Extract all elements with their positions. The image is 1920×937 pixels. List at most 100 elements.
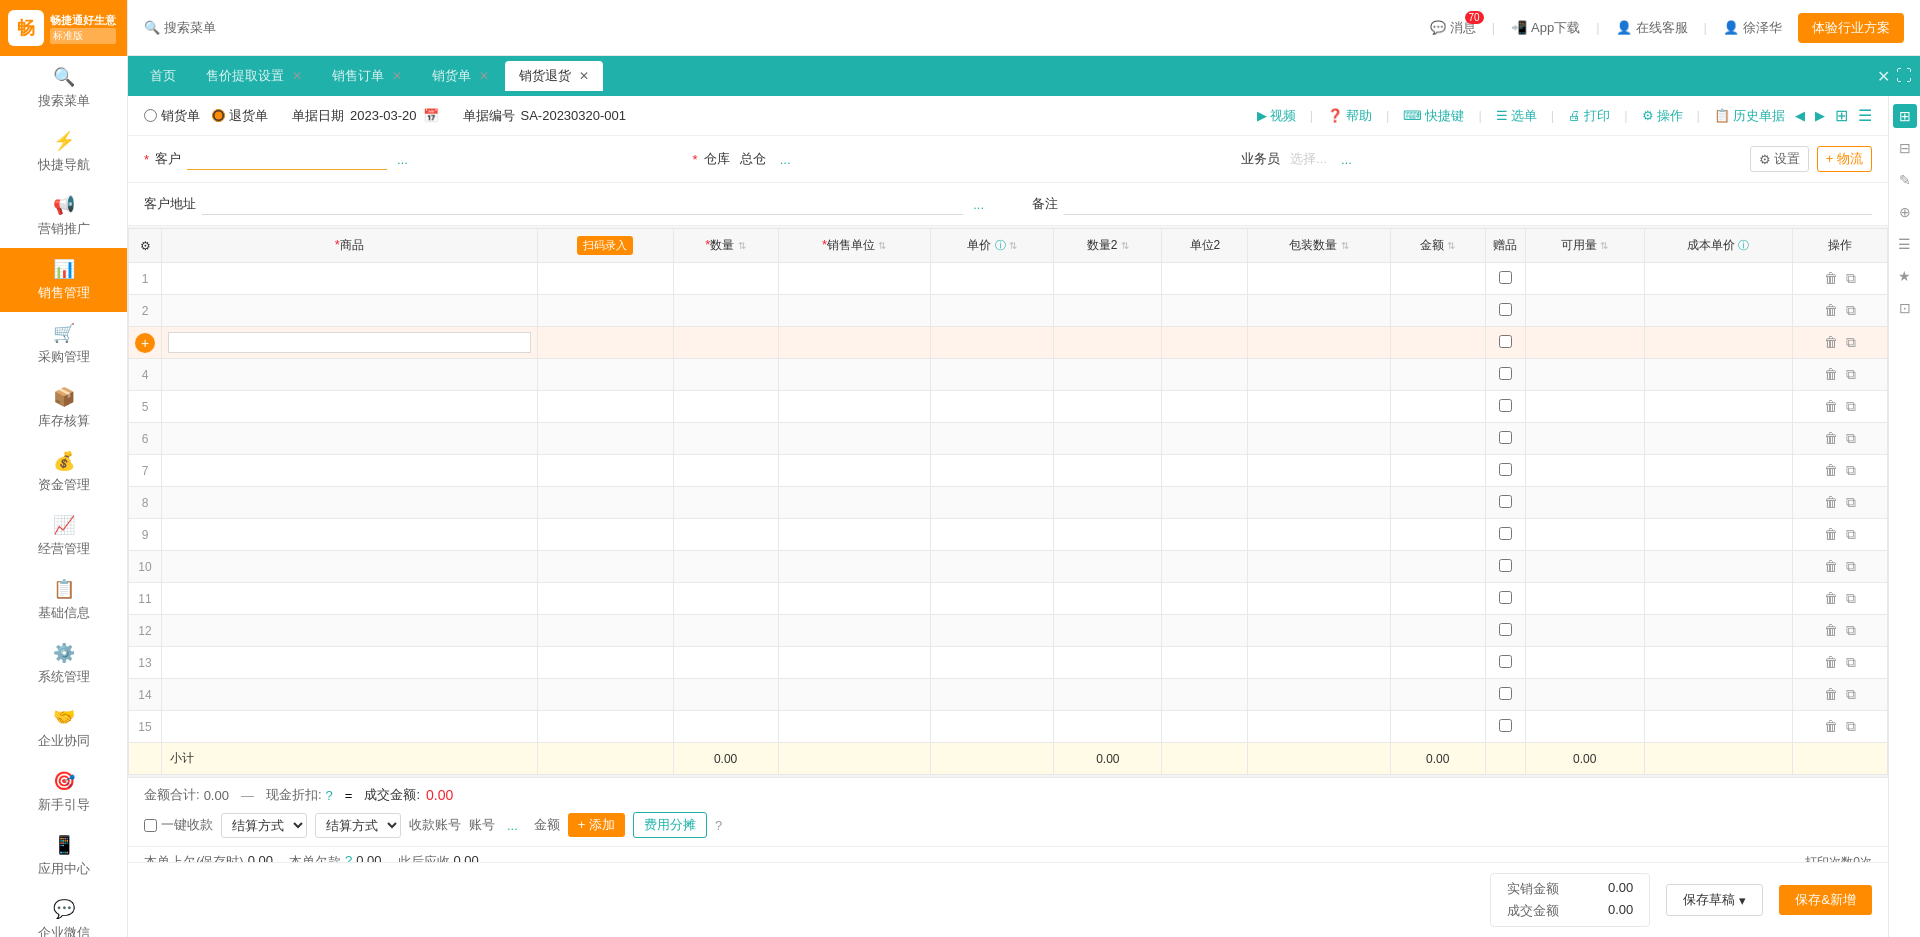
gift-check-3[interactable] <box>1499 335 1512 348</box>
sidebar-item-quick-nav[interactable]: ⚡快捷导航 <box>0 120 127 184</box>
add-payment-btn[interactable]: + 添加 <box>568 813 625 837</box>
rp-7[interactable]: ⊡ <box>1893 296 1917 320</box>
copy-row-btn-8[interactable]: ⧉ <box>1846 494 1856 510</box>
radio-return[interactable]: 退货单 <box>212 107 268 125</box>
copy-row-btn-12[interactable]: ⧉ <box>1846 622 1856 638</box>
product-cell-4[interactable] <box>162 359 538 391</box>
sidebar-item-purchase[interactable]: 🛒采购管理 <box>0 312 127 376</box>
online-service-btn[interactable]: 👤 在线客服 <box>1616 19 1688 37</box>
split-cost-btn[interactable]: 费用分摊 <box>633 812 707 838</box>
one-click-pay-checkbox[interactable]: 一键收款 <box>144 816 213 834</box>
copy-row-btn-9[interactable]: ⧉ <box>1846 526 1856 542</box>
tab-sales-order[interactable]: 销售订单✕ <box>318 61 416 91</box>
delete-row-btn-15[interactable]: 🗑 <box>1824 718 1838 734</box>
product-cell-6[interactable] <box>162 423 538 455</box>
tab-close-sales-delivery[interactable]: ✕ <box>479 69 489 83</box>
tab-price-settings[interactable]: 售价提取设置✕ <box>192 61 316 91</box>
delete-row-btn-3[interactable]: 🗑 <box>1824 334 1838 350</box>
product-cell-3[interactable] <box>162 327 538 359</box>
gift-checkbox-cell-11[interactable] <box>1485 583 1525 615</box>
sidebar-item-basic-info[interactable]: 📋基础信息 <box>0 568 127 632</box>
gift-check-14[interactable] <box>1499 687 1512 700</box>
product-cell-10[interactable] <box>162 551 538 583</box>
copy-row-btn-6[interactable]: ⧉ <box>1846 430 1856 446</box>
gift-check-2[interactable] <box>1499 303 1512 316</box>
rp-6[interactable]: ★ <box>1893 264 1917 288</box>
delete-row-btn-1[interactable]: 🗑 <box>1824 270 1838 286</box>
address-picker-btn[interactable]: ... <box>973 197 984 212</box>
gift-checkbox-cell-2[interactable] <box>1485 295 1525 327</box>
next-btn[interactable]: ▶ <box>1815 108 1825 123</box>
gift-checkbox-cell-13[interactable] <box>1485 647 1525 679</box>
product-cell-8[interactable] <box>162 487 538 519</box>
product-cell-12[interactable] <box>162 615 538 647</box>
delete-row-btn-2[interactable]: 🗑 <box>1824 302 1838 318</box>
delete-row-btn-14[interactable]: 🗑 <box>1824 686 1838 702</box>
delete-row-btn-4[interactable]: 🗑 <box>1824 366 1838 382</box>
message-btn[interactable]: 💬 消息 70 <box>1430 19 1476 37</box>
gift-check-5[interactable] <box>1499 399 1512 412</box>
warehouse-picker-btn[interactable]: ... <box>780 152 791 167</box>
rp-4[interactable]: ⊕ <box>1893 200 1917 224</box>
scan-btn[interactable]: 扫码录入 <box>577 236 633 255</box>
tab-close-icon[interactable]: ✕ <box>1877 67 1890 86</box>
delete-row-btn-13[interactable]: 🗑 <box>1824 654 1838 670</box>
print-btn[interactable]: 🖨 打印 <box>1568 107 1610 125</box>
gift-check-9[interactable] <box>1499 527 1512 540</box>
gift-check-6[interactable] <box>1499 431 1512 444</box>
product-cell-2[interactable] <box>162 295 538 327</box>
split-help-icon[interactable]: ? <box>715 818 722 833</box>
tab-expand-icon[interactable]: ⛶ <box>1896 67 1912 86</box>
sidebar-item-search[interactable]: 🔍搜索菜单 <box>0 56 127 120</box>
sidebar-item-inventory[interactable]: 📦库存核算 <box>0 376 127 440</box>
copy-row-btn-5[interactable]: ⧉ <box>1846 398 1856 414</box>
customer-picker-btn[interactable]: ... <box>397 152 408 167</box>
copy-row-btn-13[interactable]: ⧉ <box>1846 654 1856 670</box>
help-btn[interactable]: ❓ 帮助 <box>1327 107 1372 125</box>
rp-1[interactable]: ⊞ <box>1893 104 1917 128</box>
gift-checkbox-cell-4[interactable] <box>1485 359 1525 391</box>
shortcut-btn[interactable]: ⌨ 快捷键 <box>1403 107 1464 125</box>
gift-check-8[interactable] <box>1499 495 1512 508</box>
delete-row-btn-9[interactable]: 🗑 <box>1824 526 1838 542</box>
rp-5[interactable]: ☰ <box>1893 232 1917 256</box>
tab-sales-delivery[interactable]: 销货单✕ <box>418 61 503 91</box>
product-cell-1[interactable] <box>162 263 538 295</box>
delete-row-btn-6[interactable]: 🗑 <box>1824 430 1838 446</box>
product-cell-13[interactable] <box>162 647 538 679</box>
sidebar-item-enterprise[interactable]: 🤝企业协同 <box>0 696 127 760</box>
salesperson-picker-btn[interactable]: ... <box>1341 152 1352 167</box>
gift-checkbox-cell-12[interactable] <box>1485 615 1525 647</box>
calendar-icon[interactable]: 📅 <box>423 108 439 123</box>
history-btn[interactable]: 📋 历史单据 <box>1714 107 1785 125</box>
sidebar-item-guide[interactable]: 🎯新手引导 <box>0 760 127 824</box>
customer-input[interactable] <box>187 148 387 170</box>
rp-2[interactable]: ⊟ <box>1893 136 1917 160</box>
sidebar-item-marketing[interactable]: 📢营销推广 <box>0 184 127 248</box>
copy-row-btn-1[interactable]: ⧉ <box>1846 270 1856 286</box>
gift-check-4[interactable] <box>1499 367 1512 380</box>
product-input-3[interactable] <box>168 332 531 353</box>
gift-check-15[interactable] <box>1499 719 1512 732</box>
delete-row-btn-12[interactable]: 🗑 <box>1824 622 1838 638</box>
tab-home[interactable]: 首页 <box>136 61 190 91</box>
debit-help-icon[interactable]: ? <box>345 853 352 862</box>
gift-check-1[interactable] <box>1499 271 1512 284</box>
delete-row-btn-10[interactable]: 🗑 <box>1824 558 1838 574</box>
gift-checkbox-cell-8[interactable] <box>1485 487 1525 519</box>
tab-close-sales-order[interactable]: ✕ <box>392 69 402 83</box>
gift-checkbox-cell-5[interactable] <box>1485 391 1525 423</box>
save-new-btn[interactable]: 保存&新增 <box>1779 885 1872 915</box>
remark-input[interactable] <box>1064 193 1872 215</box>
discount-help-icon[interactable]: ? <box>326 788 333 803</box>
address-input[interactable] <box>202 193 963 215</box>
save-draft-btn[interactable]: 保存草稿 ▾ <box>1666 884 1763 916</box>
copy-row-btn-7[interactable]: ⧉ <box>1846 462 1856 478</box>
copy-row-btn-11[interactable]: ⧉ <box>1846 590 1856 606</box>
sidebar-item-sales[interactable]: 📊销售管理 <box>0 248 127 312</box>
gift-check-7[interactable] <box>1499 463 1512 476</box>
sidebar-item-app-center[interactable]: 📱应用中心 <box>0 824 127 888</box>
add-logistics-btn[interactable]: + 物流 <box>1817 146 1872 172</box>
gift-checkbox-cell-10[interactable] <box>1485 551 1525 583</box>
radio-delivery[interactable]: 销货单 <box>144 107 200 125</box>
